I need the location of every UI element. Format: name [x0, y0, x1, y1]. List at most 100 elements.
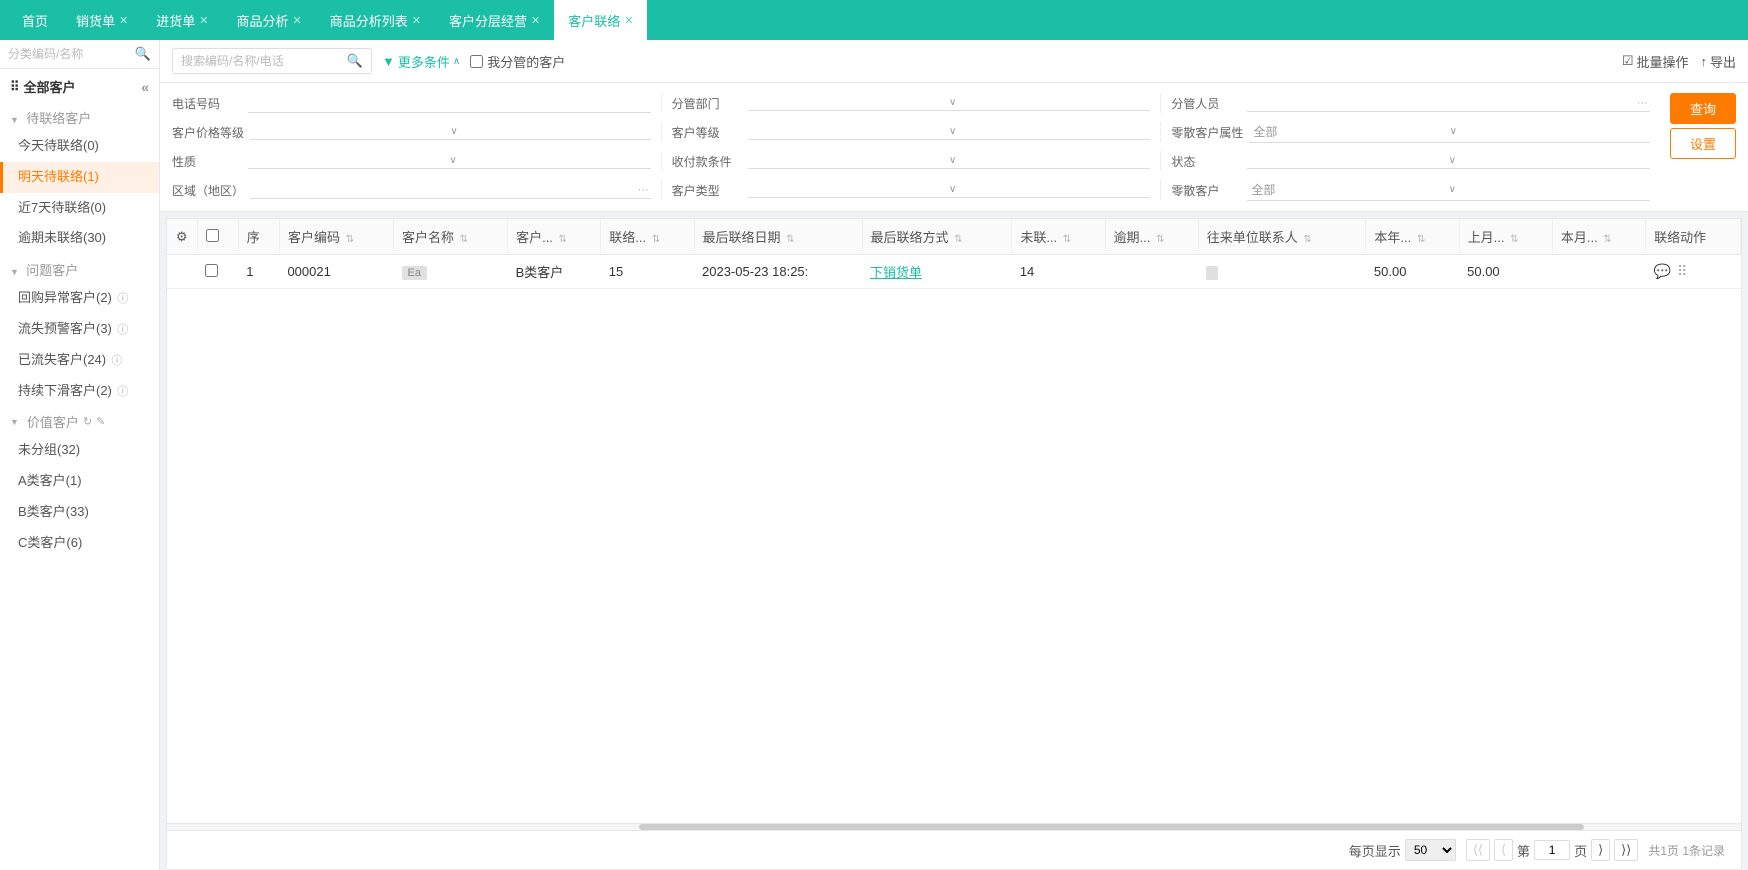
filter-status: 状态 ∨	[1171, 153, 1650, 170]
next-page-btn[interactable]: ⟩	[1591, 839, 1610, 861]
prev-page-btn[interactable]: ⟨	[1494, 839, 1513, 861]
col-contact[interactable]: 联络... ⇅	[601, 219, 694, 255]
row-gear	[167, 255, 197, 289]
nav-sales-order[interactable]: 销货单 ✕	[62, 0, 142, 40]
retail-attr-select[interactable]: 全部 ∨	[1249, 121, 1650, 143]
sidebar-search-box[interactable]: 🔍	[0, 40, 159, 69]
nav-customer-contact[interactable]: 客户联络 ✕	[554, 0, 647, 40]
col-last-month[interactable]: 上月... ⇅	[1459, 219, 1552, 255]
collapse-icon[interactable]: «	[141, 79, 149, 95]
col-overdue[interactable]: 逾期... ⇅	[1105, 219, 1198, 255]
first-page-btn[interactable]: ⟨⟨	[1466, 839, 1490, 861]
status-select[interactable]: ∨	[1247, 153, 1650, 169]
query-button[interactable]: 查询	[1670, 93, 1736, 124]
nature-select[interactable]: ∨	[248, 153, 651, 169]
region-more-icon[interactable]: ···	[638, 184, 649, 196]
filter-person: 分管人员 ···	[1171, 95, 1650, 112]
row-code: 000021	[279, 255, 393, 289]
nav-customer-tier-label: 客户分层经营	[449, 11, 527, 30]
row-last-method[interactable]: 下销货单	[862, 255, 1012, 289]
scrollbar-thumb[interactable]	[639, 824, 1583, 830]
col-name[interactable]: 客户名称 ⇅	[394, 219, 508, 255]
nav-customer-tier-close[interactable]: ✕	[531, 14, 540, 27]
chat-action-icon[interactable]: 💬	[1654, 263, 1671, 280]
sidebar-item-7days[interactable]: 近7天待联络(0)	[0, 193, 159, 224]
select-all-checkbox[interactable]	[206, 229, 219, 242]
col-last-date[interactable]: 最后联络日期 ⇅	[694, 219, 862, 255]
setting-button[interactable]: 设置	[1670, 128, 1736, 159]
top-nav: 首页 销货单 ✕ 进货单 ✕ 商品分析 ✕ 商品分析列表 ✕ 客户分层经营 ✕ …	[0, 0, 1748, 40]
my-customers-checkbox[interactable]	[470, 55, 483, 68]
nav-customer-contact-close[interactable]: ✕	[624, 14, 633, 27]
main-search-input[interactable]	[181, 54, 343, 68]
search-icon[interactable]: 🔍	[347, 53, 363, 69]
last-method-link[interactable]: 下销货单	[870, 265, 922, 280]
sidebar-search-input[interactable]	[8, 47, 135, 61]
filter-retail-cust: 零散客户 全部 ∨	[1171, 179, 1650, 201]
row-select-checkbox[interactable]	[205, 264, 218, 277]
nav-purchase-close[interactable]: ✕	[199, 14, 208, 27]
col-this-month[interactable]: 本月... ⇅	[1552, 219, 1645, 255]
retail-cust-select[interactable]: 全部 ∨	[1247, 179, 1650, 201]
price-grade-label: 客户价格等级	[172, 124, 244, 141]
more-icon[interactable]: ···	[1637, 97, 1648, 109]
sidebar-item-unclassified[interactable]: 未分组(32)	[0, 435, 159, 466]
nav-home[interactable]: 首页	[8, 0, 62, 40]
export-btn[interactable]: ↑ 导出	[1700, 52, 1736, 71]
sidebar-item-class-b[interactable]: B类客户(33)	[0, 497, 159, 528]
sidebar-item-declining[interactable]: 持续下滑客户(2) ⓘ	[0, 376, 159, 407]
col-checkbox[interactable]	[197, 219, 238, 255]
dept-label: 分管部门	[672, 95, 742, 112]
nav-product-list[interactable]: 商品分析列表 ✕	[316, 0, 435, 40]
page-size-selector[interactable]: 每页显示 50 100	[1349, 839, 1456, 861]
nav-customer-tier[interactable]: 客户分层经营 ✕	[435, 0, 554, 40]
sidebar-item-class-c[interactable]: C类客户(6)	[0, 528, 159, 559]
cust-type-select[interactable]: ∨	[748, 182, 1151, 198]
edit-icon[interactable]: ✎	[96, 415, 105, 428]
sidebar-item-overdue[interactable]: 逾期未联络(30)	[0, 223, 159, 254]
total-label: 共1页 1条记录	[1648, 842, 1725, 859]
per-page-label: 每页显示	[1349, 841, 1401, 860]
nav-product-analysis[interactable]: 商品分析 ✕	[222, 0, 315, 40]
last-page-btn[interactable]: ⟩⟩	[1614, 839, 1638, 861]
table-scrollbar[interactable]	[166, 824, 1742, 830]
col-this-year[interactable]: 本年... ⇅	[1366, 219, 1459, 255]
filter-dept: 分管部门 ∨	[672, 95, 1151, 112]
per-page-select[interactable]: 50 100	[1405, 839, 1456, 861]
status-arrow: ∨	[1449, 155, 1646, 166]
sidebar-item-abnormal-repurchase[interactable]: 回购异常客户(2) ⓘ	[0, 283, 159, 314]
sidebar-item-tomorrow[interactable]: 明天待联络(1)	[0, 162, 159, 193]
row-last-month: 50.00	[1459, 255, 1552, 289]
filter-row-1: 电话号码 分管部门 ∨ 分管人员	[172, 93, 1650, 113]
page-input[interactable]	[1534, 840, 1570, 860]
grid-action-icon[interactable]: ⠿	[1677, 263, 1687, 280]
search-box[interactable]: 🔍	[172, 48, 372, 74]
cust-grade-select[interactable]: ∨	[748, 124, 1151, 140]
price-grade-select[interactable]: ∨	[250, 124, 651, 140]
payment-select[interactable]: ∨	[748, 153, 1151, 169]
sidebar-item-churn-warning[interactable]: 流失预警客户(3) ⓘ	[0, 314, 159, 345]
col-type[interactable]: 客户... ⇅	[508, 219, 601, 255]
more-conditions-btn[interactable]: ▼ 更多条件 ∧	[382, 52, 460, 71]
col-last-method[interactable]: 最后联络方式 ⇅	[862, 219, 1012, 255]
filter-region: 区域（地区） ···	[172, 182, 651, 199]
row-last-date: 2023-05-23 18:25:	[694, 255, 862, 289]
sidebar-item-class-a[interactable]: A类客户(1)	[0, 466, 159, 497]
sidebar-item-today[interactable]: 今天待联络(0)	[0, 131, 159, 162]
refresh-icon[interactable]: ↻	[83, 415, 92, 428]
nav-sales-close[interactable]: ✕	[119, 14, 128, 27]
sidebar-item-churned[interactable]: 已流失客户(24) ⓘ	[0, 345, 159, 376]
nav-product-analysis-close[interactable]: ✕	[293, 14, 302, 27]
col-gear[interactable]: ⚙	[167, 219, 197, 255]
nav-purchase[interactable]: 进货单 ✕	[142, 0, 222, 40]
search-icon[interactable]: 🔍	[135, 46, 151, 62]
row-checkbox[interactable]	[197, 255, 238, 289]
col-not-contacted[interactable]: 未联... ⇅	[1012, 219, 1105, 255]
my-customers-checkbox-label[interactable]: 我分管的客户	[470, 52, 565, 71]
dept-select[interactable]: ∨	[748, 95, 1151, 111]
col-unit-contact[interactable]: 往来单位联系人 ⇅	[1198, 219, 1366, 255]
phone-input[interactable]	[248, 94, 651, 113]
batch-ops-btn[interactable]: ☑ 批量操作	[1622, 52, 1689, 71]
nav-product-list-close[interactable]: ✕	[412, 14, 421, 27]
col-code[interactable]: 客户编码 ⇅	[279, 219, 393, 255]
